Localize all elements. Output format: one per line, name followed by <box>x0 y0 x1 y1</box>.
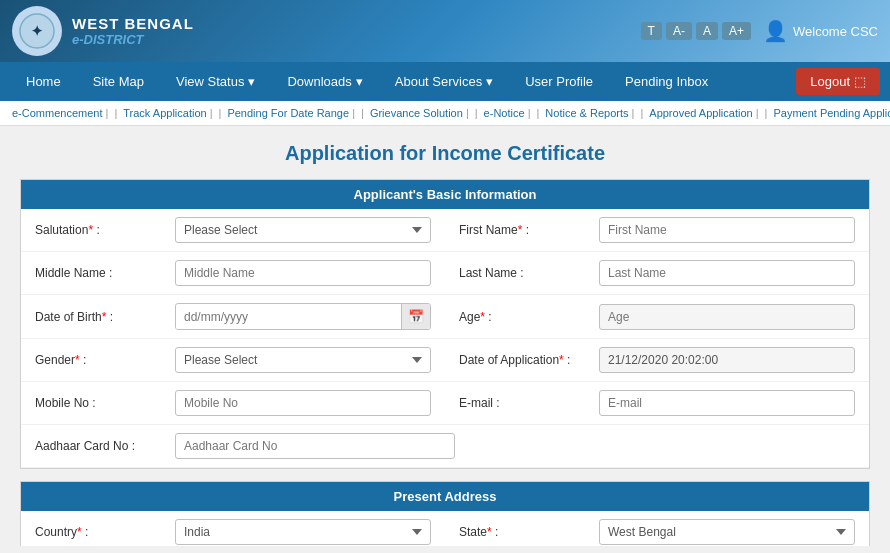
breadcrumb-paymentpending[interactable]: Payment Pending Application <box>769 105 890 121</box>
email-cell: E-mail : <box>445 382 869 425</box>
dateofapp-label: Date of Application* : <box>459 353 599 367</box>
font-decrease-btn[interactable]: A- <box>666 22 692 40</box>
breadcrumb-noticereports[interactable]: Notice & Reports <box>541 105 638 121</box>
gender-cell: Gender* : Please Select Male Female Othe… <box>21 339 445 382</box>
state-cell: State* : West Bengal <box>445 511 869 546</box>
age-label: Age* : <box>459 310 599 324</box>
aadhaar-input[interactable] <box>175 433 455 459</box>
nav-downloads[interactable]: Downloads ▾ <box>271 62 378 101</box>
firstname-required: * <box>518 223 523 237</box>
main-content: Application for Income Certificate Appli… <box>0 126 890 546</box>
logo: ✦ <box>12 6 62 56</box>
calendar-icon[interactable]: 📅 <box>401 304 430 329</box>
nav-pendinginbox[interactable]: Pending Inbox <box>609 62 724 101</box>
country-select[interactable]: India <box>175 519 431 545</box>
email-label: E-mail : <box>459 396 599 410</box>
breadcrumb-grievance[interactable]: Grievance Solution <box>366 105 473 121</box>
country-label: Country* : <box>35 525 175 539</box>
dateofapp-input[interactable] <box>599 347 855 373</box>
breadcrumb-pendingdaterange[interactable]: Pending For Date Range <box>223 105 359 121</box>
basic-info-section: Applicant's Basic Information Salutation… <box>20 179 870 469</box>
aadhaar-label: Aadhaar Card No : <box>35 439 175 453</box>
downloads-dropdown-icon: ▾ <box>356 74 363 89</box>
country-cell: Country* : India <box>21 511 445 546</box>
mobileno-label: Mobile No : <box>35 396 175 410</box>
state-label: State* : <box>459 525 599 539</box>
font-normal-btn[interactable]: A <box>696 22 718 40</box>
font-increase-btn[interactable]: A+ <box>722 22 751 40</box>
user-icon: 👤 <box>763 19 788 43</box>
lastname-label: Last Name : <box>459 266 599 280</box>
svg-text:✦: ✦ <box>31 23 43 39</box>
present-address-section: Present Address Country* : India State* … <box>20 481 870 546</box>
nav-home[interactable]: Home <box>10 62 77 101</box>
dateofapp-cell: Date of Application* : <box>445 339 869 382</box>
middlename-label: Middle Name : <box>35 266 175 280</box>
gender-required: * <box>75 353 80 367</box>
firstname-input[interactable] <box>599 217 855 243</box>
welcome-text: 👤 Welcome CSC <box>763 19 878 43</box>
font-t-btn[interactable]: T <box>641 22 662 40</box>
age-input[interactable] <box>599 304 855 330</box>
firstname-label: First Name* : <box>459 223 599 237</box>
dob-label: Date of Birth* : <box>35 310 175 324</box>
salutation-label: Salutation* : <box>35 223 175 237</box>
breadcrumb-bar: e-Commencement | Track Application | Pen… <box>0 101 890 126</box>
breadcrumb-ecommencement[interactable]: e-Commencement <box>8 105 112 121</box>
logout-button[interactable]: Logout ⬚ <box>796 68 880 95</box>
state-required: * <box>487 525 492 539</box>
dateofapp-required: * <box>559 353 564 367</box>
firstname-cell: First Name* : <box>445 209 869 252</box>
logout-icon: ⬚ <box>854 74 866 89</box>
basic-info-header: Applicant's Basic Information <box>21 180 869 209</box>
content-wrapper: Application for Income Certificate Appli… <box>0 126 890 546</box>
mobileno-cell: Mobile No : <box>21 382 445 425</box>
dob-required: * <box>102 310 107 324</box>
about-dropdown-icon: ▾ <box>486 74 493 89</box>
breadcrumb-enotice[interactable]: e-Notice <box>480 105 535 121</box>
brand-area: ✦ WEST BENGAL e-DISTRICT <box>12 6 194 56</box>
salutation-cell: Salutation* : Please Select Mr. Mrs. Ms.… <box>21 209 445 252</box>
brand-title: WEST BENGAL e-DISTRICT <box>72 15 194 47</box>
age-cell: Age* : <box>445 295 869 339</box>
gender-label: Gender* : <box>35 353 175 367</box>
country-required: * <box>77 525 82 539</box>
email-input[interactable] <box>599 390 855 416</box>
middlename-cell: Middle Name : <box>21 252 445 295</box>
lastname-cell: Last Name : <box>445 252 869 295</box>
brand-line1: WEST BENGAL <box>72 15 194 32</box>
nav-sitemap[interactable]: Site Map <box>77 62 160 101</box>
dob-cell: Date of Birth* : 📅 <box>21 295 445 339</box>
nav-about[interactable]: About Services ▾ <box>379 62 509 101</box>
dob-input[interactable] <box>176 305 401 329</box>
middlename-input[interactable] <box>175 260 431 286</box>
mobileno-input[interactable] <box>175 390 431 416</box>
nav-userprofile[interactable]: User Profile <box>509 62 609 101</box>
present-address-header: Present Address <box>21 482 869 511</box>
salutation-required: * <box>88 223 93 237</box>
aadhaar-cell: Aadhaar Card No : <box>21 425 869 468</box>
nav-bar: Home Site Map View Status ▾ Downloads ▾ … <box>0 62 890 101</box>
breadcrumb-approvedapp[interactable]: Approved Application <box>645 105 762 121</box>
page-title: Application for Income Certificate <box>20 142 870 165</box>
nav-viewstatus[interactable]: View Status ▾ <box>160 62 271 101</box>
viewstatus-dropdown-icon: ▾ <box>248 74 255 89</box>
gender-select[interactable]: Please Select Male Female Other <box>175 347 431 373</box>
brand-line2: e-DISTRICT <box>72 32 194 47</box>
font-controls: T A- A A+ <box>641 22 751 40</box>
dob-input-wrapper: 📅 <box>175 303 431 330</box>
top-bar-right: T A- A A+ 👤 Welcome CSC <box>641 19 878 43</box>
age-required: * <box>480 310 485 324</box>
lastname-input[interactable] <box>599 260 855 286</box>
top-bar: ✦ WEST BENGAL e-DISTRICT T A- A A+ 👤 Wel… <box>0 0 890 62</box>
salutation-select[interactable]: Please Select Mr. Mrs. Ms. Dr. <box>175 217 431 243</box>
breadcrumb-trackapplication[interactable]: Track Application <box>119 105 216 121</box>
state-select[interactable]: West Bengal <box>599 519 855 545</box>
